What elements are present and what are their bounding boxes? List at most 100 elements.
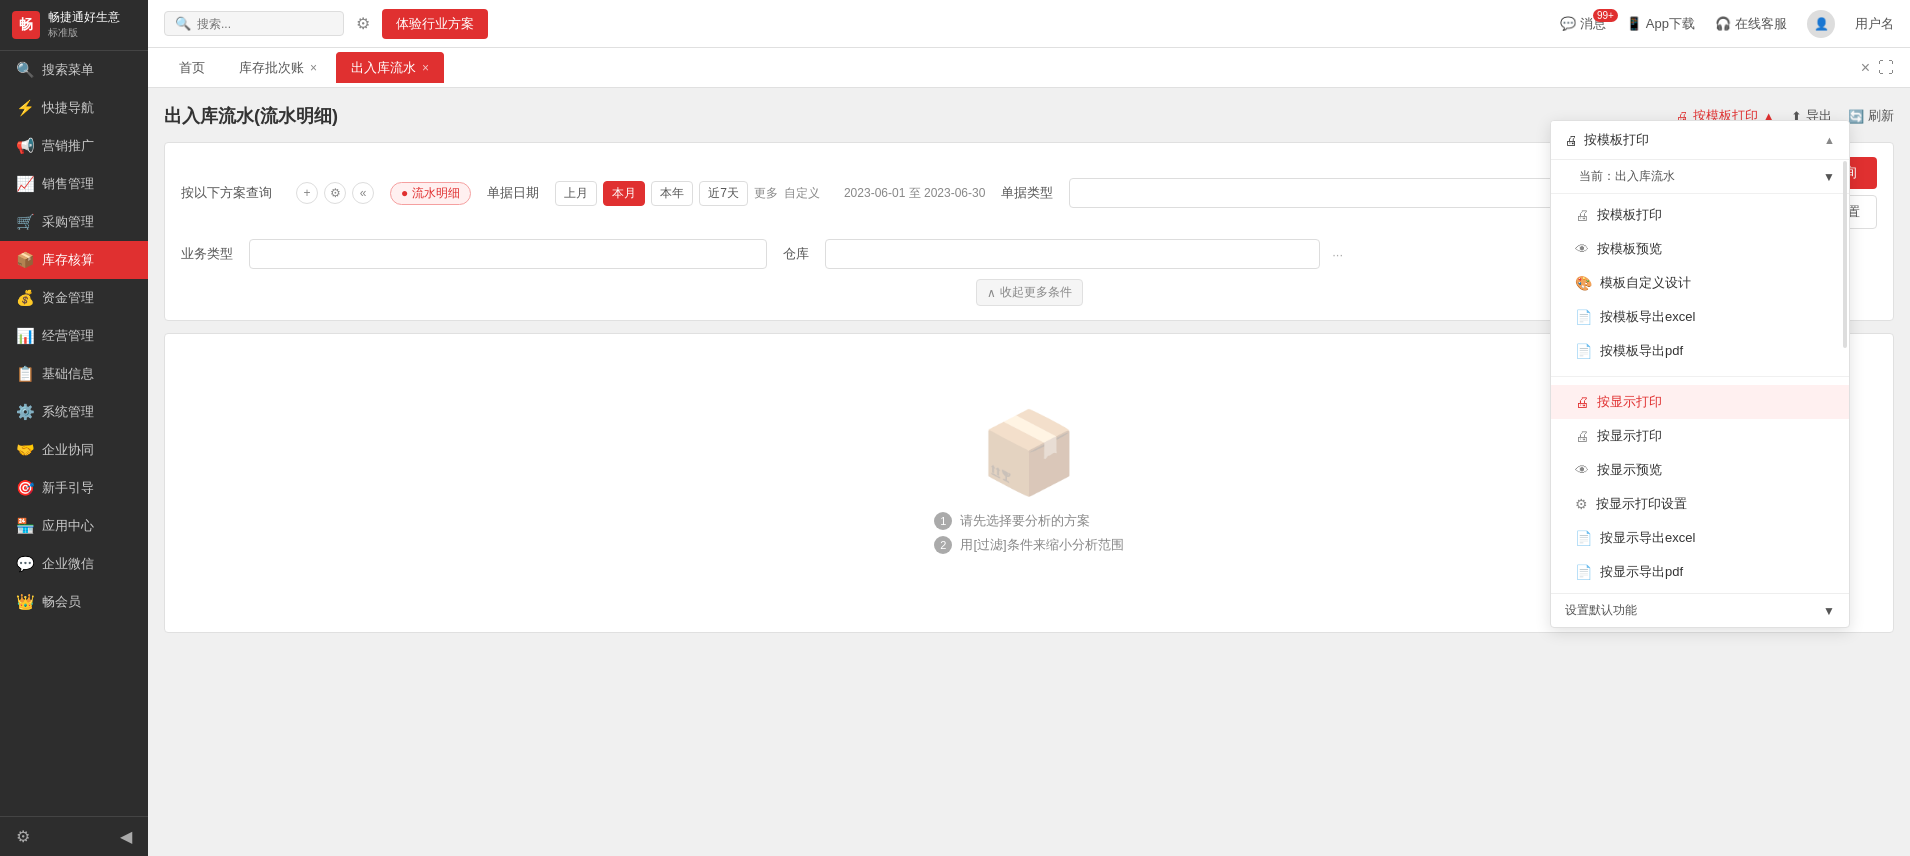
warehouse-more-icon[interactable]: ···	[1332, 247, 1343, 262]
tab-flow-close[interactable]: ×	[422, 61, 429, 75]
date-range-display: 2023-06-01 至 2023-06-30	[844, 185, 985, 202]
sidebar-item-sales[interactable]: 📈 销售管理	[0, 165, 148, 203]
dropdown-scrollbar[interactable]	[1843, 161, 1847, 627]
search-icon: 🔍	[16, 61, 34, 79]
step-2-text: 用[过滤]条件来缩小分析范围	[960, 536, 1123, 554]
tab-batch[interactable]: 库存批次账 ×	[224, 52, 332, 83]
collapse-more-button[interactable]: ∧ 收起更多条件	[976, 279, 1083, 306]
date-this-month[interactable]: 本月	[603, 181, 645, 206]
guide-icon: 🎯	[16, 479, 34, 497]
app-download-label: App下载	[1646, 15, 1695, 33]
sidebar-item-search[interactable]: 🔍 搜索菜单	[0, 51, 148, 89]
dropdown-template-preview[interactable]: 👁 按模板预览	[1551, 232, 1849, 266]
dropdown-template-excel[interactable]: 📄 按模板导出excel	[1551, 300, 1849, 334]
dropdown-divider-1	[1551, 376, 1849, 377]
dropdown-scrollbar-thumb	[1843, 161, 1847, 347]
filter-action-buttons: + ⚙ «	[296, 182, 374, 204]
dropdown-item-label: 按显示打印设置	[1596, 495, 1687, 513]
sidebar-item-inventory[interactable]: 📦 库存核算	[0, 241, 148, 279]
trial-button[interactable]: 体验行业方案	[382, 9, 488, 39]
app-download-button[interactable]: 📱 App下载	[1626, 15, 1695, 33]
sidebar-item-label: 库存核算	[42, 251, 94, 269]
sidebar-item-operation[interactable]: 📊 经营管理	[0, 317, 148, 355]
dropdown-template-pdf[interactable]: 📄 按模板导出pdf	[1551, 334, 1849, 368]
date-prev-month[interactable]: 上月	[555, 181, 597, 206]
main-area: 🔍 ⚙ 体验行业方案 💬 消息 99+ 📱 App下载 🎧 在线客服 👤 用户名	[148, 0, 1910, 856]
collapse-filter-button[interactable]: «	[352, 182, 374, 204]
sidebar-item-purchase[interactable]: 🛒 采购管理	[0, 203, 148, 241]
pdf-item-icon: 📄	[1575, 343, 1592, 359]
empty-step-2: 2 用[过滤]条件来缩小分析范围	[934, 536, 1123, 554]
sidebar-item-wechat[interactable]: 💬 企业微信	[0, 545, 148, 583]
biz-type-select[interactable]	[249, 239, 767, 269]
dropdown-item-label: 按显示导出excel	[1600, 529, 1695, 547]
sidebar-item-marketing[interactable]: 📢 营销推广	[0, 127, 148, 165]
sidebar-item-basic[interactable]: 📋 基础信息	[0, 355, 148, 393]
date-filter: 上月 本月 本年 近7天 更多 自定义	[555, 181, 820, 206]
message-button[interactable]: 💬 消息 99+	[1560, 15, 1606, 33]
filter-tag[interactable]: ● 流水明细	[390, 182, 471, 205]
dropdown-display-print-header[interactable]: 🖨 按显示打印	[1551, 385, 1849, 419]
system-icon: ⚙️	[16, 403, 34, 421]
username-label[interactable]: 用户名	[1855, 15, 1894, 33]
warehouse-select[interactable]	[825, 239, 1320, 269]
sidebar-item-label: 系统管理	[42, 403, 94, 421]
date-this-year[interactable]: 本年	[651, 181, 693, 206]
page-content: 出入库流水(流水明细) 🖨 按模板打印 ▲ ⬆ 导出 🔄 刷新	[148, 88, 1910, 856]
dropdown-display-preview[interactable]: 👁 按显示预览	[1551, 453, 1849, 487]
tab-flow[interactable]: 出入库流水 ×	[336, 52, 444, 83]
dropdown-display-print[interactable]: 🖨 按显示打印	[1551, 419, 1849, 453]
sidebar-item-label: 企业协同	[42, 441, 94, 459]
topbar: 🔍 ⚙ 体验行业方案 💬 消息 99+ 📱 App下载 🎧 在线客服 👤 用户名	[148, 0, 1910, 48]
maximize-tab-action[interactable]: ⛶	[1878, 59, 1894, 77]
dropdown-item-label: 按显示导出pdf	[1600, 563, 1683, 581]
operation-icon: 📊	[16, 327, 34, 345]
tabs-bar: 首页 库存批次账 × 出入库流水 × × ⛶	[148, 48, 1910, 88]
close-tab-action[interactable]: ×	[1861, 59, 1870, 77]
biz-type-label: 业务类型	[181, 245, 233, 263]
dropdown-display-excel[interactable]: 📄 按显示导出excel	[1551, 521, 1849, 555]
collapse-sidebar-icon[interactable]: ◀	[120, 827, 132, 846]
tab-home[interactable]: 首页	[164, 52, 220, 83]
date-more[interactable]: 更多	[754, 185, 778, 202]
sidebar-item-system[interactable]: ⚙️ 系统管理	[0, 393, 148, 431]
dropdown-section-template: 🖨 按模板打印 👁 按模板预览 🎨 模板自定义设计 📄 按模板导出excel 📄	[1551, 194, 1849, 372]
print-item-icon: 🖨	[1575, 207, 1589, 223]
dropdown-chevron-up[interactable]: ▲	[1824, 134, 1835, 146]
tab-batch-label: 库存批次账	[239, 59, 304, 77]
dropdown-footer[interactable]: 设置默认功能 ▼	[1551, 593, 1849, 627]
sidebar-item-shortcut[interactable]: ⚡ 快捷导航	[0, 89, 148, 127]
sidebar-item-guide[interactable]: 🎯 新手引导	[0, 469, 148, 507]
sidebar-item-label: 经营管理	[42, 327, 94, 345]
dropdown-section-display: 🖨 按显示打印 🖨 按显示打印 👁 按显示预览 ⚙ 按显示打印设置 📄	[1551, 381, 1849, 593]
sidebar-footer: ⚙ ◀	[0, 816, 148, 856]
dropdown-display-pdf[interactable]: 📄 按显示导出pdf	[1551, 555, 1849, 589]
gear-icon[interactable]: ⚙	[356, 14, 370, 33]
search-input[interactable]	[197, 17, 317, 31]
sidebar-item-appstore[interactable]: 🏪 应用中心	[0, 507, 148, 545]
dropdown-template-design[interactable]: 🎨 模板自定义设计	[1551, 266, 1849, 300]
avatar: 👤	[1807, 10, 1835, 38]
sidebar-item-collab[interactable]: 🤝 企业协同	[0, 431, 148, 469]
settings-filter-button[interactable]: ⚙	[324, 182, 346, 204]
sidebar-item-finance[interactable]: 💰 资金管理	[0, 279, 148, 317]
date-last7days[interactable]: 近7天	[699, 181, 748, 206]
customer-service-button[interactable]: 🎧 在线客服	[1715, 15, 1787, 33]
sidebar-item-label: 营销推广	[42, 137, 94, 155]
dropdown-footer-chevron: ▼	[1823, 604, 1835, 618]
sidebar-item-label: 销售管理	[42, 175, 94, 193]
dropdown-display-settings[interactable]: ⚙ 按显示打印设置	[1551, 487, 1849, 521]
tab-batch-close[interactable]: ×	[310, 61, 317, 75]
basic-icon: 📋	[16, 365, 34, 383]
dropdown-current-item[interactable]: 当前：出入库流水 ▼	[1551, 160, 1849, 194]
settings-icon[interactable]: ⚙	[16, 827, 30, 846]
date-custom[interactable]: 自定义	[784, 185, 820, 202]
add-filter-button[interactable]: +	[296, 182, 318, 204]
sales-icon: 📈	[16, 175, 34, 193]
search-box[interactable]: 🔍	[164, 11, 344, 36]
refresh-button[interactable]: 🔄 刷新	[1848, 107, 1894, 125]
sidebar: 畅 畅捷通好生意 标准版 🔍 搜索菜单 ⚡ 快捷导航 📢 营销推广 📈 销售管理…	[0, 0, 148, 856]
excel-item-icon: 📄	[1575, 309, 1592, 325]
sidebar-item-member[interactable]: 👑 畅会员	[0, 583, 148, 621]
dropdown-template-print[interactable]: 🖨 按模板打印	[1551, 198, 1849, 232]
